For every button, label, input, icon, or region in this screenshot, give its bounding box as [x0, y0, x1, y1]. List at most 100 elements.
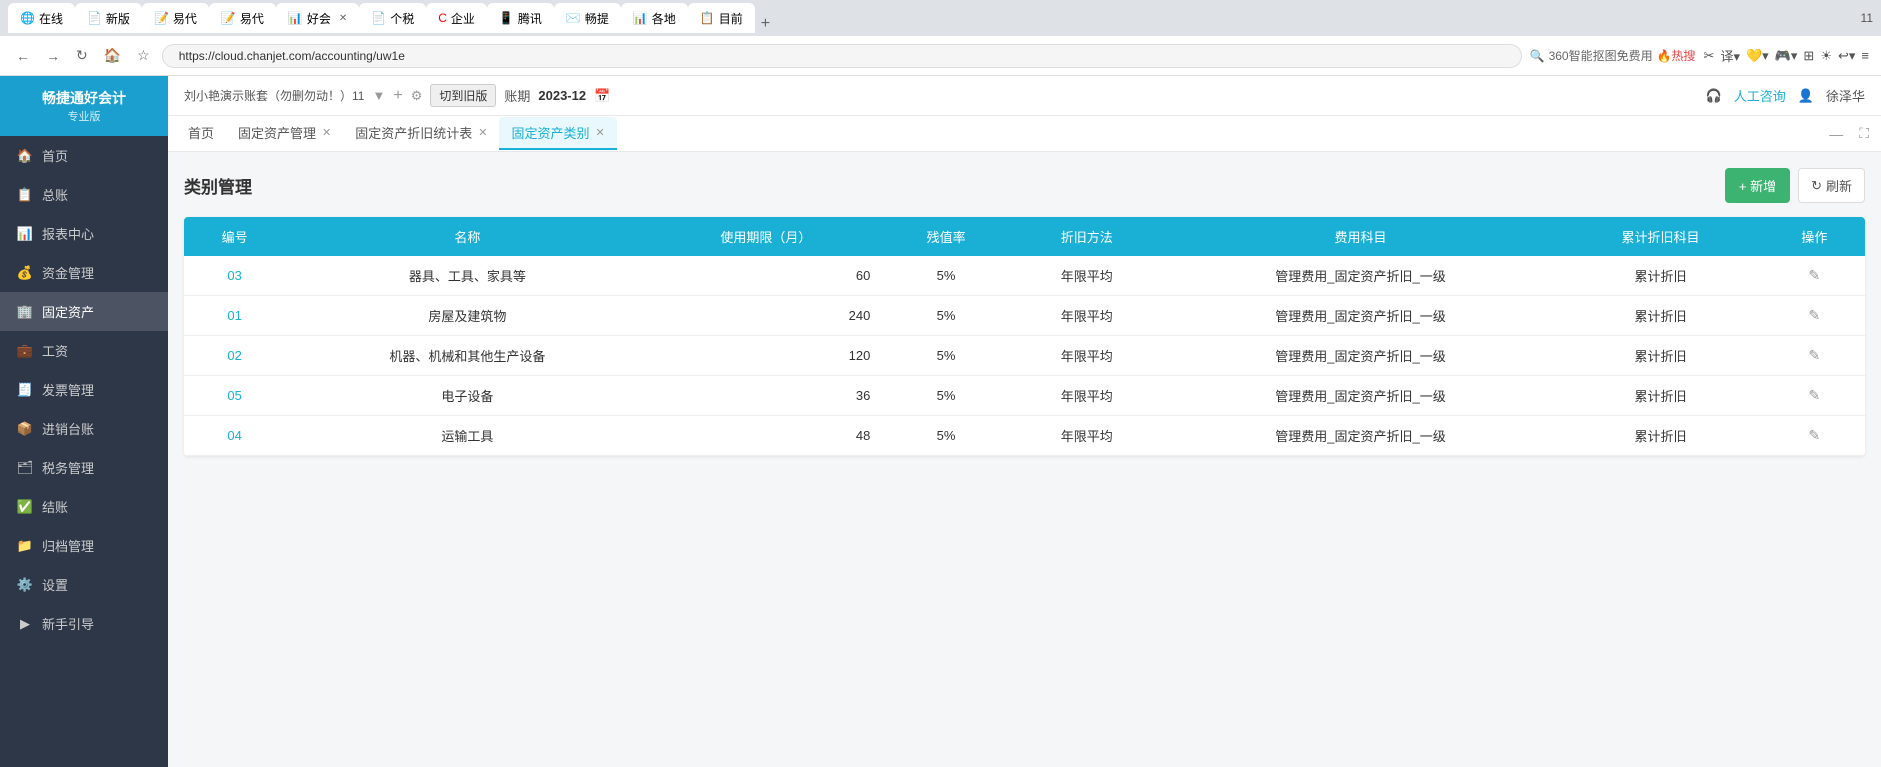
brightness-icon[interactable]: ☀ [1820, 48, 1832, 64]
sidebar-label-home: 首页 [42, 146, 68, 165]
calendar-icon[interactable]: 📅 [594, 88, 610, 104]
bookmark-button[interactable]: ☆ [133, 43, 154, 68]
archive-icon: 📁 [16, 538, 34, 554]
browser-tab-changti[interactable]: ✉️ 畅提 [554, 3, 621, 33]
sidebar-item-invoice[interactable]: 🧾 发票管理 [0, 370, 168, 409]
support-label[interactable]: 人工咨询 [1734, 86, 1786, 105]
edit-icon-1[interactable]: ✎ [1808, 307, 1820, 323]
edit-icon-2[interactable]: ✎ [1808, 347, 1820, 363]
sidebar-item-ledger[interactable]: 📋 总账 [0, 175, 168, 214]
cell-months-4: 48 [650, 416, 883, 456]
browser-tab-qiye[interactable]: C 企业 [426, 3, 487, 33]
tab-icon: 📱 [499, 11, 514, 25]
cell-action-2[interactable]: ✎ [1764, 336, 1865, 376]
search-label: 360智能抠图免费用 [1549, 47, 1653, 64]
sidebar-label-funds: 资金管理 [42, 263, 94, 282]
sidebar-item-purchase-sales[interactable]: 📦 进销台账 [0, 409, 168, 448]
table-row: 05 电子设备 36 5% 年限平均 管理费用_固定资产折旧_一级 累计折旧 ✎ [184, 376, 1865, 416]
close-tab-category-icon[interactable]: ✕ [596, 126, 605, 139]
cut-icon[interactable]: ✂ [1704, 48, 1715, 64]
minimize-tab-btn[interactable]: — [1825, 123, 1847, 144]
sidebar-item-guide[interactable]: ▶ 新手引导 [0, 604, 168, 643]
home-button[interactable]: 🏠 [100, 43, 125, 68]
translate-icon[interactable]: 译▾ [1720, 46, 1740, 65]
maximize-tab-btn[interactable]: ⛶ [1855, 123, 1873, 144]
forward-button[interactable]: → [42, 44, 64, 68]
gear-icon[interactable]: ⚙ [411, 88, 423, 104]
browser-tab-gedi[interactable]: 📊 各地 [621, 3, 688, 33]
edit-icon-4[interactable]: ✎ [1808, 427, 1820, 443]
tab-asset-category[interactable]: 固定资产类别 ✕ [499, 117, 616, 150]
add-account-btn[interactable]: + [393, 87, 402, 105]
browser-tab-tengxun[interactable]: 📱 腾讯 [487, 3, 554, 33]
cell-id-1[interactable]: 01 [184, 296, 285, 336]
cell-name-0: 器具、工具、家具等 [285, 256, 649, 296]
cell-id-2[interactable]: 02 [184, 336, 285, 376]
cell-id-3[interactable]: 05 [184, 376, 285, 416]
sidebar-item-tax[interactable]: 🗂 税务管理 [0, 448, 168, 487]
browser-tab-geshui[interactable]: 📄 个税 [359, 3, 426, 33]
cell-action-3[interactable]: ✎ [1764, 376, 1865, 416]
refresh-button[interactable]: ↻ 刷新 [1798, 168, 1865, 203]
tab-label: 各地 [652, 10, 676, 27]
table-row: 02 机器、机械和其他生产设备 120 5% 年限平均 管理费用_固定资产折旧_… [184, 336, 1865, 376]
sidebar-label-close-accounts: 结账 [42, 497, 68, 516]
browser-tab-xinban[interactable]: 📄 新版 [75, 3, 142, 33]
tab-icon: 📋 [700, 11, 715, 25]
menu-icon[interactable]: ≡ [1861, 48, 1869, 63]
cell-action-4[interactable]: ✎ [1764, 416, 1865, 456]
dropdown-icon[interactable]: ▼ [372, 88, 385, 103]
tab-label: 腾讯 [518, 10, 542, 27]
cell-residual-0: 5% [882, 256, 1010, 296]
cell-months-1: 240 [650, 296, 883, 336]
sidebar-item-funds[interactable]: 💰 资金管理 [0, 253, 168, 292]
browser-tab-zaixin[interactable]: 🌐 在线 [8, 3, 75, 33]
sidebar-item-home[interactable]: 🏠 首页 [0, 136, 168, 175]
grid-icon[interactable]: ⊞ [1803, 48, 1814, 64]
table-body: 03 器具、工具、家具等 60 5% 年限平均 管理费用_固定资产折旧_一级 累… [184, 256, 1865, 456]
cell-accumulated-4: 累计折旧 [1557, 416, 1763, 456]
new-tab-button[interactable]: + [755, 15, 776, 33]
back-button[interactable]: ← [12, 44, 34, 68]
hot-badge: 🔥热搜 [1657, 47, 1696, 64]
close-tab-fixed-asset-icon[interactable]: ✕ [322, 126, 331, 139]
sidebar-item-fixed-assets[interactable]: 🏢 固定资产 [0, 292, 168, 331]
cell-action-0[interactable]: ✎ [1764, 256, 1865, 296]
tab-icon: 📄 [371, 11, 386, 25]
sidebar-label-fixed-assets: 固定资产 [42, 302, 94, 321]
browser-tab-haohui[interactable]: 📊 好会 ✕ [276, 3, 359, 33]
address-input[interactable] [162, 44, 1522, 68]
close-icon[interactable]: ✕ [339, 13, 347, 24]
cell-id-0[interactable]: 03 [184, 256, 285, 296]
browser-tab-muqian[interactable]: 📋 目前 [688, 3, 755, 33]
add-button[interactable]: + 新增 [1725, 168, 1790, 203]
close-tab-depreciation-icon[interactable]: ✕ [478, 126, 487, 139]
tab-count: 11 [1861, 11, 1873, 25]
sidebar-item-close-accounts[interactable]: ✅ 结账 [0, 487, 168, 526]
game-icon[interactable]: 🎮▾ [1775, 48, 1798, 64]
cell-accumulated-1: 累计折旧 [1557, 296, 1763, 336]
sidebar-item-reports[interactable]: 📊 报表中心 [0, 214, 168, 253]
tab-depreciation-table[interactable]: 固定资产折旧统计表 ✕ [343, 117, 499, 150]
sidebar-item-archive[interactable]: 📁 归档管理 [0, 526, 168, 565]
wallet-icon[interactable]: 💛▾ [1746, 48, 1769, 64]
tab-home[interactable]: 首页 [176, 117, 226, 150]
edit-icon-0[interactable]: ✎ [1808, 267, 1820, 283]
sidebar-item-payroll[interactable]: 💼 工资 [0, 331, 168, 370]
sidebar-item-settings[interactable]: ⚙️ 设置 [0, 565, 168, 604]
cell-id-4[interactable]: 04 [184, 416, 285, 456]
switch-version-btn[interactable]: 切到旧版 [430, 84, 496, 107]
browser-tab-yidai2[interactable]: 📝 易代 [209, 3, 276, 33]
table-row: 04 运输工具 48 5% 年限平均 管理费用_固定资产折旧_一级 累计折旧 ✎ [184, 416, 1865, 456]
browser-tab-yidai1[interactable]: 📝 易代 [142, 3, 209, 33]
cell-action-1[interactable]: ✎ [1764, 296, 1865, 336]
refresh-label: 刷新 [1826, 176, 1852, 195]
tab-icon: ✉️ [566, 11, 581, 25]
reload-button[interactable]: ↻ [72, 43, 92, 68]
table-header-row: 编号 名称 使用期限（月） 残值率 折旧方法 费用科目 累计折旧科目 操作 [184, 217, 1865, 256]
tab-icon: 📄 [87, 11, 102, 25]
search-icon: 🔍 [1530, 49, 1545, 63]
tab-fixed-asset-mgmt[interactable]: 固定资产管理 ✕ [226, 117, 343, 150]
edit-icon-3[interactable]: ✎ [1808, 387, 1820, 403]
undo-icon[interactable]: ↩▾ [1838, 48, 1855, 64]
